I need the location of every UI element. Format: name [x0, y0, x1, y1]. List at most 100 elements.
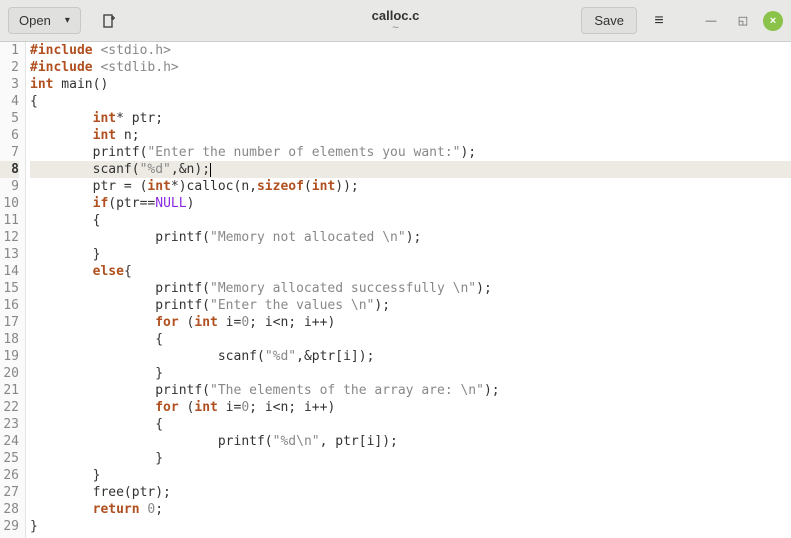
line-number: 19 [0, 348, 19, 365]
code-line[interactable]: { [30, 212, 791, 229]
code-line[interactable]: free(ptr); [30, 484, 791, 501]
line-number: 8 [0, 161, 19, 178]
code-token: #include [30, 43, 100, 58]
code-token: n; [116, 128, 139, 143]
code-line[interactable]: printf("Memory not allocated \n"); [30, 229, 791, 246]
code-token: } [30, 247, 100, 262]
code-line[interactable]: } [30, 365, 791, 382]
line-number: 6 [0, 127, 19, 144]
minimize-button[interactable]: — [699, 9, 723, 33]
close-button[interactable]: × [763, 11, 783, 31]
code-line[interactable]: { [30, 93, 791, 110]
code-token: ; i<n; i++) [249, 400, 335, 415]
code-line[interactable]: int main() [30, 76, 791, 93]
code-editor[interactable]: 1234567891011121314151617181920212223242… [0, 42, 791, 538]
line-number: 27 [0, 484, 19, 501]
maximize-button[interactable]: ◱ [731, 9, 755, 33]
line-number: 22 [0, 399, 19, 416]
code-line[interactable]: scanf("%d",&ptr[i]); [30, 348, 791, 365]
line-number: 1 [0, 42, 19, 59]
code-area[interactable]: #include <stdio.h>#include <stdlib.h>int… [26, 42, 791, 538]
line-number: 14 [0, 263, 19, 280]
line-number: 26 [0, 467, 19, 484]
code-line[interactable]: #include <stdio.h> [30, 42, 791, 59]
code-token: } [30, 519, 38, 534]
code-token: sizeof [257, 179, 304, 194]
code-token: *)calloc(n, [171, 179, 257, 194]
menu-button[interactable]: ≡ [645, 7, 673, 35]
code-line[interactable]: } [30, 467, 791, 484]
code-token: printf( [30, 434, 273, 449]
code-line[interactable]: int n; [30, 127, 791, 144]
line-number: 23 [0, 416, 19, 433]
code-line[interactable]: for (int i=0; i<n; i++) [30, 314, 791, 331]
line-number: 7 [0, 144, 19, 161]
code-token: i= [218, 315, 241, 330]
code-token: scanf( [30, 349, 265, 364]
code-token: "%d" [140, 162, 171, 177]
code-token: ); [460, 145, 476, 160]
code-token: ,&n); [171, 162, 210, 177]
code-line[interactable]: printf("%d\n", ptr[i]); [30, 433, 791, 450]
code-token: ptr = ( [30, 179, 147, 194]
code-token: 0 [241, 315, 249, 330]
code-token: { [124, 264, 132, 279]
line-number: 10 [0, 195, 19, 212]
line-number: 11 [0, 212, 19, 229]
new-document-icon [101, 13, 117, 29]
line-number: 29 [0, 518, 19, 535]
code-line[interactable]: if(ptr==NULL) [30, 195, 791, 212]
save-button[interactable]: Save [581, 7, 637, 34]
line-number: 12 [0, 229, 19, 246]
code-token: printf( [30, 383, 210, 398]
code-line[interactable]: else{ [30, 263, 791, 280]
code-token: <stdio.h> [100, 43, 170, 58]
code-token: return [93, 502, 140, 517]
code-token: i= [218, 400, 241, 415]
open-button[interactable]: Open ▾ [8, 7, 81, 34]
code-line[interactable]: } [30, 518, 791, 535]
code-line[interactable]: scanf("%d",&n); [30, 161, 791, 178]
code-line[interactable]: int* ptr; [30, 110, 791, 127]
code-line[interactable]: } [30, 246, 791, 263]
code-line[interactable]: return 0; [30, 501, 791, 518]
code-token: "Memory not allocated \n" [210, 230, 406, 245]
code-token: if [93, 196, 109, 211]
code-token: ( [179, 400, 195, 415]
code-token [30, 400, 155, 415]
line-number: 18 [0, 331, 19, 348]
minimize-icon: — [706, 15, 717, 27]
code-token: (ptr== [108, 196, 155, 211]
line-number: 13 [0, 246, 19, 263]
line-number: 21 [0, 382, 19, 399]
code-line[interactable]: printf("The elements of the array are: \… [30, 382, 791, 399]
open-label: Open [19, 13, 51, 28]
code-token: free(ptr); [30, 485, 171, 500]
code-token: ; i<n; i++) [249, 315, 335, 330]
code-line[interactable]: for (int i=0; i<n; i++) [30, 399, 791, 416]
code-token: for [155, 400, 178, 415]
code-token: { [30, 213, 100, 228]
hamburger-icon: ≡ [654, 12, 663, 30]
code-line[interactable]: { [30, 416, 791, 433]
code-token: { [30, 94, 38, 109]
line-number: 28 [0, 501, 19, 518]
code-token: ) [187, 196, 195, 211]
code-token: else [93, 264, 124, 279]
code-line[interactable]: ptr = (int*)calloc(n,sizeof(int)); [30, 178, 791, 195]
code-line[interactable]: } [30, 450, 791, 467]
code-line[interactable]: printf("Enter the number of elements you… [30, 144, 791, 161]
code-token: main() [53, 77, 108, 92]
code-line[interactable]: printf("Memory allocated successfully \n… [30, 280, 791, 297]
code-token: { [30, 332, 163, 347]
code-token: scanf( [30, 162, 140, 177]
new-tab-button[interactable] [95, 7, 123, 35]
code-token: "Memory allocated successfully \n" [210, 281, 476, 296]
code-line[interactable]: printf("Enter the values \n"); [30, 297, 791, 314]
code-token: int [194, 400, 217, 415]
code-token: printf( [30, 230, 210, 245]
code-token [30, 111, 93, 126]
code-token: printf( [30, 145, 147, 160]
code-line[interactable]: { [30, 331, 791, 348]
code-line[interactable]: #include <stdlib.h> [30, 59, 791, 76]
